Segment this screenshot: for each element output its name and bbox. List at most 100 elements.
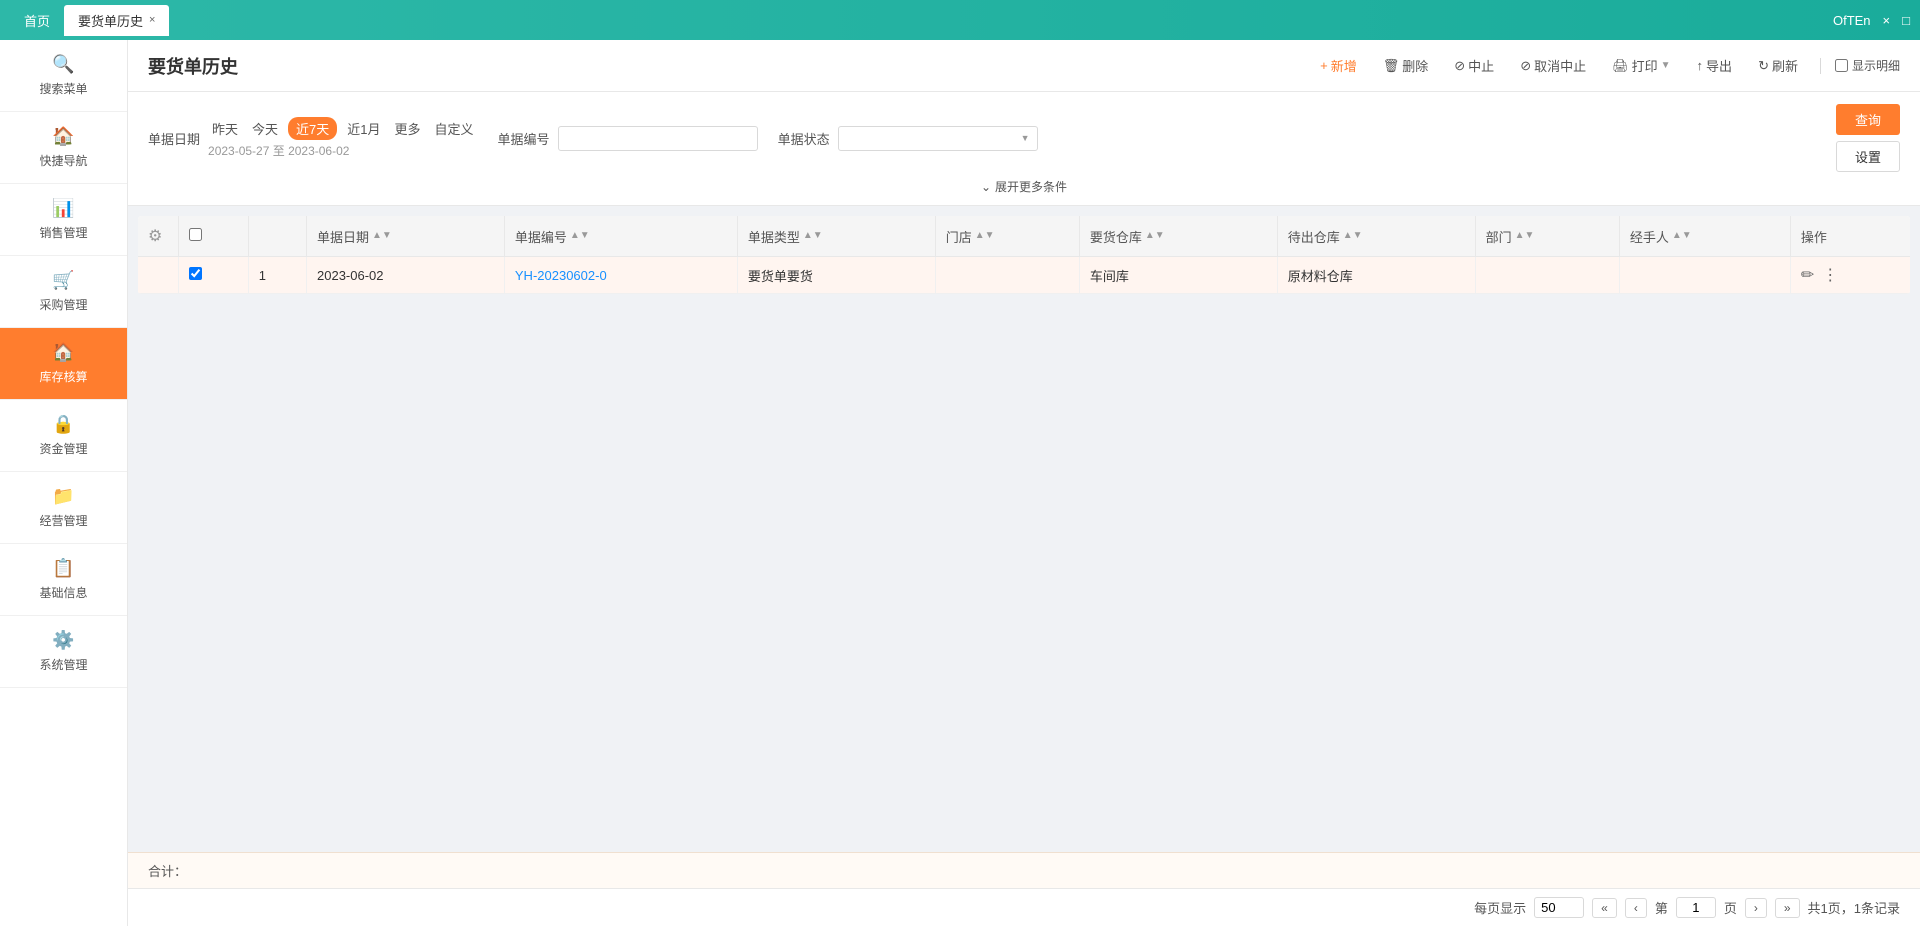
page-header: 要货单历史 + 新增 🗑 删除 ⊘ 中止 ⊘ 取消中止 <box>128 40 1920 92</box>
sidebar-item-search-menu[interactable]: 🔍 搜索菜单 <box>0 40 127 112</box>
table-settings-icon[interactable]: ⚙ <box>148 228 162 245</box>
sidebar-item-system-mgmt-label: 系统管理 <box>39 656 87 673</box>
th-pending-warehouse[interactable]: 待出仓库 ▲▼ <box>1277 216 1475 257</box>
th-no-label: 单据编号 <box>515 227 567 246</box>
row-more-icon[interactable]: ⋮ <box>1822 265 1838 285</box>
query-button[interactable]: 查询 <box>1836 104 1900 135</box>
order-no-input[interactable] <box>558 126 758 151</box>
th-actions: 操作 <box>1790 216 1910 257</box>
expand-more-label: 展开更多条件 <box>995 178 1067 195</box>
pagination-total-info: 共1页，1条记录 <box>1808 898 1900 917</box>
date-shortcuts-container: 昨天 今天 近7天 近1月 更多 自定义 2023-05-27 至 2023-0… <box>208 117 478 159</box>
main-layout: 🔍 搜索菜单 🏠 快捷导航 📊 销售管理 🛒 采购管理 🏠 库存核算 🔒 资金管… <box>0 40 1920 926</box>
td-no-link[interactable]: YH-20230602-0 <box>515 268 607 283</box>
th-date[interactable]: 单据日期 ▲▼ <box>307 216 505 257</box>
tab-close-icon[interactable]: × <box>149 14 155 26</box>
page-prev-button[interactable]: ‹ <box>1625 898 1647 918</box>
th-no[interactable]: 单据编号 ▲▼ <box>504 216 737 257</box>
date-yesterday[interactable]: 昨天 <box>208 117 242 140</box>
th-dept[interactable]: 部门 ▲▼ <box>1475 216 1619 257</box>
filter-area: 单据日期 昨天 今天 近7天 近1月 更多 自定义 2023-05-27 至 2… <box>128 92 1920 206</box>
cancel-stop-icon: ⊘ <box>1520 58 1531 74</box>
setting-button[interactable]: 设置 <box>1836 141 1900 172</box>
refresh-button[interactable]: ↻ 刷新 <box>1750 52 1806 79</box>
sidebar-item-purchase-mgmt[interactable]: 🛒 采购管理 <box>0 256 127 328</box>
date-today[interactable]: 今天 <box>248 117 282 140</box>
pagination-bar: 每页显示 50 10 20 100 « ‹ 第 页 › » 共1页，1条记录 <box>128 888 1920 926</box>
date-filter-label: 单据日期 <box>148 129 200 148</box>
delete-label: 删除 <box>1402 56 1428 75</box>
th-pending-warehouse-label: 待出仓库 <box>1288 227 1340 246</box>
th-type-label: 单据类型 <box>748 227 800 246</box>
operations-mgmt-icon: 📁 <box>52 486 74 507</box>
td-index: 1 <box>248 257 306 294</box>
tab-requisition-history[interactable]: 要货单历史 × <box>64 5 169 36</box>
status-select-wrapper <box>838 126 1038 151</box>
select-all-checkbox[interactable] <box>189 228 202 241</box>
often-label: OfTEn <box>1833 13 1871 28</box>
page-size-wrapper: 50 10 20 100 <box>1534 897 1584 918</box>
content-area: 要货单历史 + 新增 🗑 删除 ⊘ 中止 ⊘ 取消中止 <box>128 40 1920 926</box>
th-type[interactable]: 单据类型 ▲▼ <box>737 216 935 257</box>
top-bar-right: OfTEn × □ <box>1833 13 1910 28</box>
th-req-warehouse-label: 要货仓库 <box>1090 227 1142 246</box>
cancel-stop-button[interactable]: ⊘ 取消中止 <box>1512 52 1594 79</box>
sales-mgmt-icon: 📊 <box>52 198 74 219</box>
order-no-label: 单据编号 <box>498 129 550 148</box>
sidebar-item-operations-mgmt-label: 经营管理 <box>39 512 87 529</box>
status-filter: 单据状态 <box>778 126 1038 151</box>
page-next-button[interactable]: › <box>1745 898 1767 918</box>
date-custom[interactable]: 自定义 <box>431 117 478 140</box>
table-body: 1 2023-06-02 YH-20230602-0 要货单要货 车间库 原材料… <box>138 257 1910 294</box>
sidebar-item-operations-mgmt[interactable]: 📁 经营管理 <box>0 472 127 544</box>
status-select[interactable] <box>838 126 1038 151</box>
stop-label: 中止 <box>1468 56 1494 75</box>
page-label: 第 <box>1655 898 1668 917</box>
expand-more-button[interactable]: ⌄ 展开更多条件 <box>981 178 1067 195</box>
quick-nav-icon: 🏠 <box>52 126 74 147</box>
th-req-warehouse[interactable]: 要货仓库 ▲▼ <box>1079 216 1277 257</box>
page-size-select[interactable]: 50 10 20 100 <box>1534 897 1584 918</box>
summary-label: 合计： <box>148 864 187 879</box>
td-store <box>935 257 1079 294</box>
display-cell-checkbox[interactable]: 显示明细 <box>1835 57 1900 74</box>
print-dropdown-icon: ▼ <box>1661 60 1671 71</box>
delete-button[interactable]: 🗑 删除 <box>1375 52 1437 79</box>
td-settings <box>138 257 178 294</box>
table-header: ⚙ 单据日期 ▲▼ <box>138 216 1910 257</box>
page-first-button[interactable]: « <box>1592 898 1617 918</box>
td-actions: ✏ ⋮ <box>1790 257 1910 294</box>
display-cell-input[interactable] <box>1835 59 1848 72</box>
window-close-icon[interactable]: × <box>1883 13 1891 28</box>
sidebar-item-inventory[interactable]: 🏠 库存核算 <box>0 328 127 400</box>
tab-requisition-label: 要货单历史 <box>78 11 143 30</box>
stop-button[interactable]: ⊘ 中止 <box>1446 52 1502 79</box>
date-last1month[interactable]: 近1月 <box>343 117 384 140</box>
export-label: 导出 <box>1706 56 1732 75</box>
date-more[interactable]: 更多 <box>391 117 425 140</box>
filter-row-1: 单据日期 昨天 今天 近7天 近1月 更多 自定义 2023-05-27 至 2… <box>148 104 1900 172</box>
sidebar-item-sales-mgmt[interactable]: 📊 销售管理 <box>0 184 127 256</box>
window-maximize-icon[interactable]: □ <box>1902 13 1910 28</box>
export-button[interactable]: ↑ 导出 <box>1689 52 1741 79</box>
new-button[interactable]: + 新增 <box>1312 52 1365 79</box>
print-button[interactable]: 🖨 打印 ▼ <box>1604 52 1678 79</box>
sidebar-item-basic-info-label: 基础信息 <box>39 584 87 601</box>
td-pending-warehouse: 原材料仓库 <box>1277 257 1475 294</box>
sidebar-item-system-mgmt[interactable]: ⚙️ 系统管理 <box>0 616 127 688</box>
row-edit-icon[interactable]: ✏ <box>1801 265 1814 285</box>
page-last-button[interactable]: » <box>1775 898 1800 918</box>
tab-home[interactable]: 首页 <box>10 5 64 36</box>
th-dept-sort: ▲▼ <box>1515 231 1535 241</box>
th-store[interactable]: 门店 ▲▼ <box>935 216 1079 257</box>
sidebar-item-finance-mgmt[interactable]: 🔒 资金管理 <box>0 400 127 472</box>
sidebar-item-basic-info[interactable]: 📋 基础信息 <box>0 544 127 616</box>
page-input[interactable] <box>1676 897 1716 918</box>
page-title: 要货单历史 <box>148 53 238 79</box>
th-handler[interactable]: 经手人 ▲▼ <box>1619 216 1790 257</box>
sidebar-item-quick-nav[interactable]: 🏠 快捷导航 <box>0 112 127 184</box>
date-last7days[interactable]: 近7天 <box>288 117 337 140</box>
row-checkbox[interactable] <box>189 267 202 280</box>
th-actions-label: 操作 <box>1801 230 1827 245</box>
status-label: 单据状态 <box>778 129 830 148</box>
